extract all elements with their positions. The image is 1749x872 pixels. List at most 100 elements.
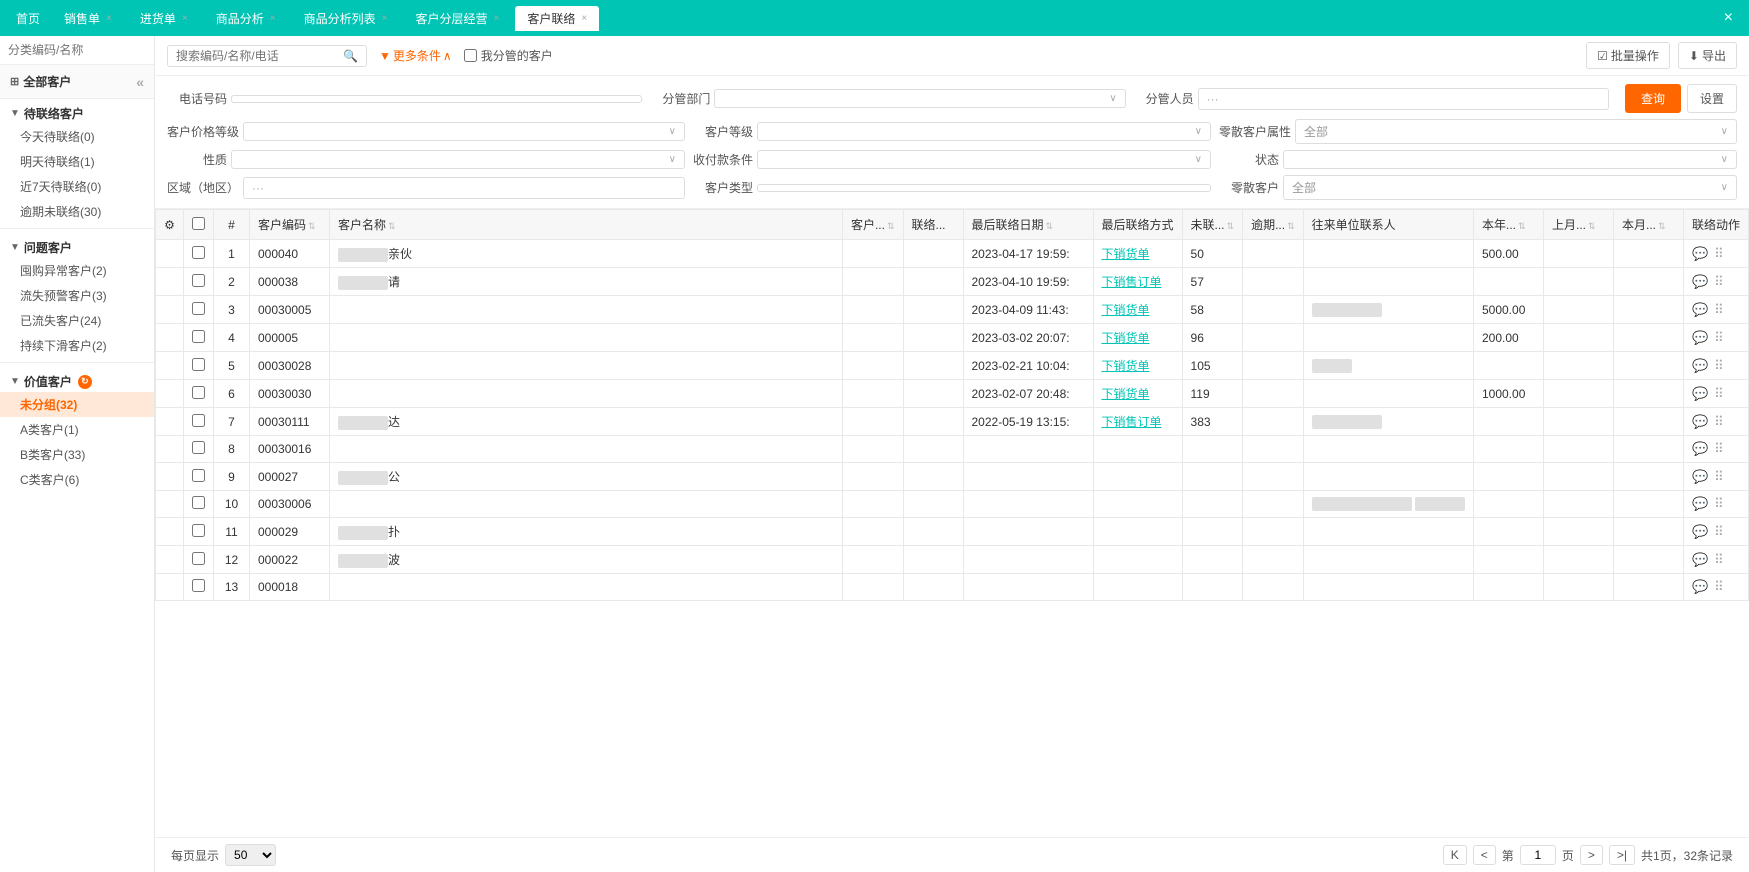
th-last-date[interactable]: 最后联络日期⇅: [963, 210, 1093, 240]
grid-action-icon[interactable]: ⠿: [1714, 524, 1724, 540]
close-product-tab[interactable]: ×: [270, 13, 276, 24]
message-icon[interactable]: 💬: [1692, 386, 1708, 402]
export-button[interactable]: ⬇ 导出: [1678, 42, 1737, 69]
sidebar-item-ungroup[interactable]: 未分组(32): [0, 392, 154, 417]
nav-tab-sales[interactable]: 销售单 ×: [52, 6, 124, 31]
message-icon[interactable]: 💬: [1692, 302, 1708, 318]
select-price-level[interactable]: ∨: [243, 122, 685, 141]
nav-tab-product-list[interactable]: 商品分析列表 ×: [292, 6, 400, 31]
row-checkbox[interactable]: [192, 469, 205, 482]
next-page-button[interactable]: >: [1580, 845, 1603, 865]
input-region[interactable]: ···: [243, 177, 685, 199]
message-icon[interactable]: 💬: [1692, 441, 1708, 457]
close-purchase-tab[interactable]: ×: [182, 13, 188, 24]
refresh-badge[interactable]: ↻: [78, 375, 92, 389]
prev-page-button[interactable]: <: [1473, 845, 1496, 865]
sidebar-item-lost[interactable]: 已流失客户(24): [0, 308, 154, 333]
sidebar-item-declining[interactable]: 持续下滑客户(2): [0, 333, 154, 358]
message-icon[interactable]: 💬: [1692, 358, 1708, 374]
sidebar-search-input[interactable]: [8, 43, 155, 57]
th-last-way[interactable]: 最后联络方式: [1093, 210, 1182, 240]
message-icon[interactable]: 💬: [1692, 469, 1708, 485]
grid-action-icon[interactable]: ⠿: [1714, 441, 1724, 457]
td-checkbox[interactable]: [184, 296, 214, 324]
last-way-link[interactable]: 下销货单: [1102, 359, 1150, 373]
row-checkbox[interactable]: [192, 524, 205, 537]
row-checkbox[interactable]: [192, 246, 205, 259]
th-last-month[interactable]: 上月...⇅: [1543, 210, 1613, 240]
nav-home[interactable]: 首页: [8, 6, 48, 31]
last-way-link[interactable]: 下销货单: [1102, 303, 1150, 317]
sidebar-item-class-a[interactable]: A类客户(1): [0, 417, 154, 442]
td-checkbox[interactable]: [184, 268, 214, 296]
filter-search-icon[interactable]: 🔍: [343, 49, 358, 63]
th-checkbox[interactable]: [184, 210, 214, 240]
sidebar-all-customers[interactable]: ⊞ 全部客户 «: [0, 65, 154, 99]
td-checkbox[interactable]: [184, 546, 214, 574]
sidebar-collapse-button[interactable]: «: [136, 74, 144, 90]
th-code[interactable]: 客户编码⇅: [250, 210, 330, 240]
sidebar-item-today[interactable]: 今天待联络(0): [0, 124, 154, 149]
close-sales-tab[interactable]: ×: [106, 13, 112, 24]
window-close-button[interactable]: ×: [1716, 9, 1741, 27]
nav-tab-customer-contact[interactable]: 客户联络 ×: [515, 6, 599, 31]
row-checkbox[interactable]: [192, 414, 205, 427]
row-checkbox[interactable]: [192, 441, 205, 454]
td-checkbox[interactable]: [184, 518, 214, 546]
select-all-checkbox[interactable]: [192, 217, 205, 230]
sidebar-item-7days[interactable]: 近7天待联络(0): [0, 174, 154, 199]
last-page-button[interactable]: >|: [1609, 845, 1635, 865]
sidebar-item-overdue[interactable]: 逾期未联络(30): [0, 199, 154, 224]
select-retail-customer[interactable]: 全部∨: [1283, 175, 1737, 200]
batch-ops-button[interactable]: ☑ 批量操作: [1586, 42, 1670, 69]
page-number-input[interactable]: [1520, 845, 1556, 865]
sidebar-item-class-b[interactable]: B类客户(33): [0, 442, 154, 467]
message-icon[interactable]: 💬: [1692, 246, 1708, 262]
close-customer-contact-tab[interactable]: ×: [581, 13, 587, 24]
row-checkbox[interactable]: [192, 386, 205, 399]
message-icon[interactable]: 💬: [1692, 552, 1708, 568]
my-customers-checkbox[interactable]: [464, 49, 477, 62]
th-unlinked[interactable]: 未联...⇅: [1182, 210, 1243, 240]
select-status[interactable]: ∨: [1283, 150, 1737, 169]
filter-search-input[interactable]: [176, 49, 339, 63]
reset-button[interactable]: 设置: [1687, 84, 1737, 113]
row-checkbox[interactable]: [192, 496, 205, 509]
td-checkbox[interactable]: [184, 574, 214, 601]
section-pending-contact[interactable]: ▼ 待联络客户: [0, 99, 154, 124]
filter-my-customers[interactable]: 我分管的客户: [464, 47, 553, 64]
td-checkbox[interactable]: [184, 324, 214, 352]
sidebar-item-class-c[interactable]: C类客户(6): [0, 467, 154, 492]
td-checkbox[interactable]: [184, 491, 214, 518]
nav-tab-product-analysis[interactable]: 商品分析 ×: [204, 6, 288, 31]
grid-action-icon[interactable]: ⠿: [1714, 579, 1724, 595]
th-name[interactable]: 客户名称⇅: [330, 210, 843, 240]
th-overdue[interactable]: 逾期...⇅: [1243, 210, 1304, 240]
section-problem-customers[interactable]: ▼ 问题客户: [0, 233, 154, 258]
last-way-link[interactable]: 下销货单: [1102, 247, 1150, 261]
sidebar-item-tomorrow[interactable]: 明天待联络(1): [0, 149, 154, 174]
close-customer-tier-tab[interactable]: ×: [493, 13, 499, 24]
section-value-customers[interactable]: ▼ 价值客户 ↻: [0, 367, 154, 392]
input-customer-type[interactable]: [757, 184, 1211, 192]
select-retail-attr[interactable]: 全部∨: [1295, 119, 1737, 144]
td-checkbox[interactable]: [184, 352, 214, 380]
first-page-button[interactable]: K: [1443, 845, 1467, 865]
row-checkbox[interactable]: [192, 358, 205, 371]
message-icon[interactable]: 💬: [1692, 579, 1708, 595]
nav-tab-purchase[interactable]: 进货单 ×: [128, 6, 200, 31]
filter-more-conditions[interactable]: ▼ 更多条件 ∧: [379, 47, 452, 64]
message-icon[interactable]: 💬: [1692, 274, 1708, 290]
th-type[interactable]: 客户...⇅: [842, 210, 903, 240]
grid-action-icon[interactable]: ⠿: [1714, 386, 1724, 402]
row-checkbox[interactable]: [192, 579, 205, 592]
grid-action-icon[interactable]: ⠿: [1714, 274, 1724, 290]
td-checkbox[interactable]: [184, 240, 214, 268]
th-contact[interactable]: 联络...: [903, 210, 963, 240]
page-size-select[interactable]: 50 20 100: [225, 844, 276, 866]
select-dept[interactable]: ∨: [714, 89, 1125, 108]
grid-action-icon[interactable]: ⠿: [1714, 469, 1724, 485]
grid-action-icon[interactable]: ⠿: [1714, 246, 1724, 262]
th-this-year[interactable]: 本年...⇅: [1473, 210, 1543, 240]
message-icon[interactable]: 💬: [1692, 524, 1708, 540]
